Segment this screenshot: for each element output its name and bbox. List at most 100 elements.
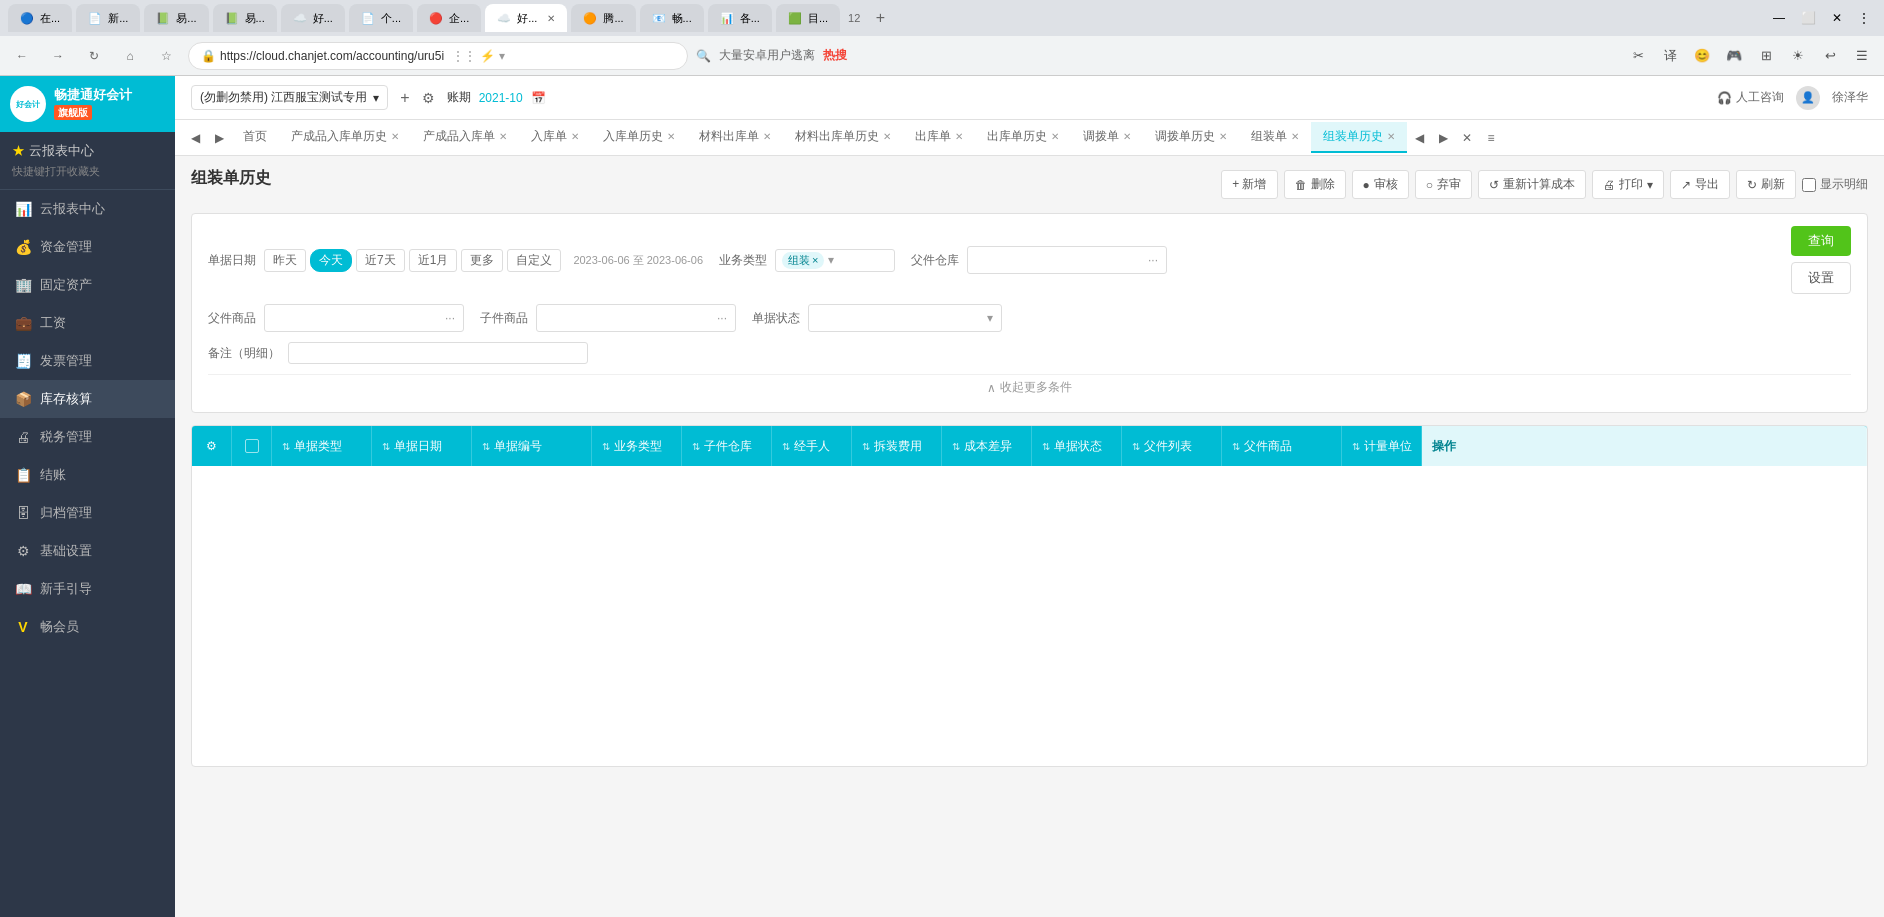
parent-goods-ellipsis[interactable]: ··· (445, 311, 455, 325)
tab-collapse-btn[interactable]: ◀ (1407, 126, 1431, 150)
page-tab-out-close[interactable]: ✕ (955, 131, 963, 142)
export-btn[interactable]: ↗ 导出 (1670, 170, 1730, 199)
page-tab-material-out-history-close[interactable]: ✕ (883, 131, 891, 142)
tab-8-close[interactable]: ✕ (547, 13, 555, 24)
company-settings-icon[interactable]: ⚙ (422, 90, 435, 106)
translate-icon[interactable]: 译 (1656, 42, 1684, 70)
sidebar-item-reports[interactable]: 📊 云报表中心 (0, 190, 175, 228)
business-type-input[interactable]: 组装 × ▾ (775, 249, 895, 272)
new-tab-btn[interactable]: + (868, 6, 892, 30)
page-tab-transfer-history[interactable]: 调拨单历史 ✕ (1143, 122, 1239, 153)
address-bar[interactable]: 🔒 https://cloud.chanjet.com/accounting/u… (188, 42, 688, 70)
page-tab-material-out-close[interactable]: ✕ (763, 131, 771, 142)
tab-9[interactable]: 🟠腾... (571, 4, 635, 32)
page-tab-out[interactable]: 出库单 ✕ (903, 122, 975, 153)
settings-icon[interactable]: ⋮ (1852, 11, 1876, 25)
tab-3[interactable]: 📗易... (144, 4, 208, 32)
tab-10[interactable]: 📧畅... (640, 4, 704, 32)
tab-close-all-btn[interactable]: ✕ (1455, 126, 1479, 150)
company-selector[interactable]: (勿删勿禁用) 江西服宝测试专用 ▾ (191, 85, 388, 110)
page-tab-product-in-close[interactable]: ✕ (499, 131, 507, 142)
delete-btn[interactable]: 🗑 删除 (1284, 170, 1346, 199)
sidebar-item-funds[interactable]: 💰 资金管理 (0, 228, 175, 266)
add-btn[interactable]: + 新增 (1221, 170, 1277, 199)
table-col-unit[interactable]: ⇅ 计量单位 (1342, 426, 1422, 466)
page-tab-in[interactable]: 入库单 ✕ (519, 122, 591, 153)
sidebar-item-assets[interactable]: 🏢 固定资产 (0, 266, 175, 304)
page-tab-out-history-close[interactable]: ✕ (1051, 131, 1059, 142)
table-col-bill-no[interactable]: ⇅ 单据编号 (472, 426, 592, 466)
scissors-icon[interactable]: ✂ (1624, 42, 1652, 70)
page-tab-transfer-history-close[interactable]: ✕ (1219, 131, 1227, 142)
home-btn[interactable]: ⌂ (116, 42, 144, 70)
service-label[interactable]: 🎧 人工咨询 (1717, 89, 1784, 106)
tab-1[interactable]: 🔵在... (8, 4, 72, 32)
abandon-btn[interactable]: ○ 弃审 (1415, 170, 1472, 199)
maximize-btn[interactable]: ⬜ (1795, 11, 1822, 25)
audit-btn[interactable]: ● 审核 (1352, 170, 1409, 199)
page-tab-transfer[interactable]: 调拨单 ✕ (1071, 122, 1143, 153)
custom-date-btn[interactable]: 自定义 (507, 249, 561, 272)
tab-left-btn[interactable]: ◀ (183, 126, 207, 150)
page-tab-home[interactable]: 首页 (231, 122, 279, 153)
tab-expand-btn[interactable]: ▶ (1431, 126, 1455, 150)
sidebar-item-salary[interactable]: 💼 工资 (0, 304, 175, 342)
table-col-parent-list[interactable]: ⇅ 父件列表 (1122, 426, 1222, 466)
table-col-child-warehouse[interactable]: ⇅ 子件仓库 (682, 426, 772, 466)
undo-icon[interactable]: ↩ (1816, 42, 1844, 70)
tab-8[interactable]: ☁️好... ✕ (485, 4, 567, 32)
today-btn[interactable]: 今天 (310, 249, 352, 272)
add-company-btn[interactable]: + (400, 89, 409, 107)
calendar-icon[interactable]: 📅 (531, 91, 546, 105)
tab-4[interactable]: 📗易... (213, 4, 277, 32)
page-tab-assemble[interactable]: 组装单 ✕ (1239, 122, 1311, 153)
tab-12[interactable]: 🟩目... (776, 4, 840, 32)
close-btn[interactable]: ✕ (1826, 11, 1848, 25)
back-btn[interactable]: ← (8, 42, 36, 70)
table-col-parent-goods[interactable]: ⇅ 父件商品 (1222, 426, 1342, 466)
tab-2[interactable]: 📄新... (76, 4, 140, 32)
tab-more-btn[interactable]: ≡ (1479, 126, 1503, 150)
table-col-disassemble-fee[interactable]: ⇅ 拆装费用 (852, 426, 942, 466)
more-date-btn[interactable]: 更多 (461, 249, 503, 272)
business-type-tag-close[interactable]: × (812, 254, 818, 266)
page-tab-in-close[interactable]: ✕ (571, 131, 579, 142)
sun-icon[interactable]: ☀ (1784, 42, 1812, 70)
grid-icon[interactable]: ⊞ (1752, 42, 1780, 70)
page-tab-assemble-close[interactable]: ✕ (1291, 131, 1299, 142)
collapse-btn[interactable]: ∧ 收起更多条件 (208, 374, 1851, 400)
table-col-bill-date[interactable]: ⇅ 单据日期 (372, 426, 472, 466)
page-tab-assemble-history-close[interactable]: ✕ (1387, 131, 1395, 142)
reload-btn[interactable]: ↻ (80, 42, 108, 70)
parent-warehouse-ellipsis[interactable]: ··· (1148, 253, 1158, 267)
child-goods-ellipsis[interactable]: ··· (717, 311, 727, 325)
table-col-checkbox[interactable] (232, 426, 272, 466)
sidebar-item-invoice[interactable]: 🧾 发票管理 (0, 342, 175, 380)
table-col-handler[interactable]: ⇅ 经手人 (772, 426, 852, 466)
emoji-icon[interactable]: 😊 (1688, 42, 1716, 70)
table-col-bill-type[interactable]: ⇅ 单据类型 (272, 426, 372, 466)
page-tab-transfer-close[interactable]: ✕ (1123, 131, 1131, 142)
table-col-biz-type[interactable]: ⇅ 业务类型 (592, 426, 682, 466)
last7-btn[interactable]: 近7天 (356, 249, 405, 272)
query-btn[interactable]: 查询 (1791, 226, 1851, 256)
select-all-checkbox[interactable] (245, 439, 259, 453)
page-tab-out-history[interactable]: 出库单历史 ✕ (975, 122, 1071, 153)
menu-icon[interactable]: ☰ (1848, 42, 1876, 70)
tab-6[interactable]: 📄个... (349, 4, 413, 32)
yesterday-btn[interactable]: 昨天 (264, 249, 306, 272)
show-detail-checkbox[interactable] (1802, 178, 1816, 192)
page-tab-product-in[interactable]: 产成品入库单 ✕ (411, 122, 519, 153)
sidebar-item-archive[interactable]: 🗄 归档管理 (0, 494, 175, 532)
search-settings-btn[interactable]: 设置 (1791, 262, 1851, 294)
minimize-btn[interactable]: — (1767, 11, 1791, 25)
tab-11[interactable]: 📊各... (708, 4, 772, 32)
parent-goods-input[interactable] (273, 308, 441, 328)
game-icon[interactable]: 🎮 (1720, 42, 1748, 70)
page-tab-product-in-history[interactable]: 产成品入库单历史 ✕ (279, 122, 411, 153)
sidebar-item-settings[interactable]: ⚙ 基础设置 (0, 532, 175, 570)
page-tab-in-history[interactable]: 入库单历史 ✕ (591, 122, 687, 153)
refresh-btn[interactable]: ↻ 刷新 (1736, 170, 1796, 199)
forward-btn[interactable]: → (44, 42, 72, 70)
recalc-btn[interactable]: ↺ 重新计算成本 (1478, 170, 1586, 199)
